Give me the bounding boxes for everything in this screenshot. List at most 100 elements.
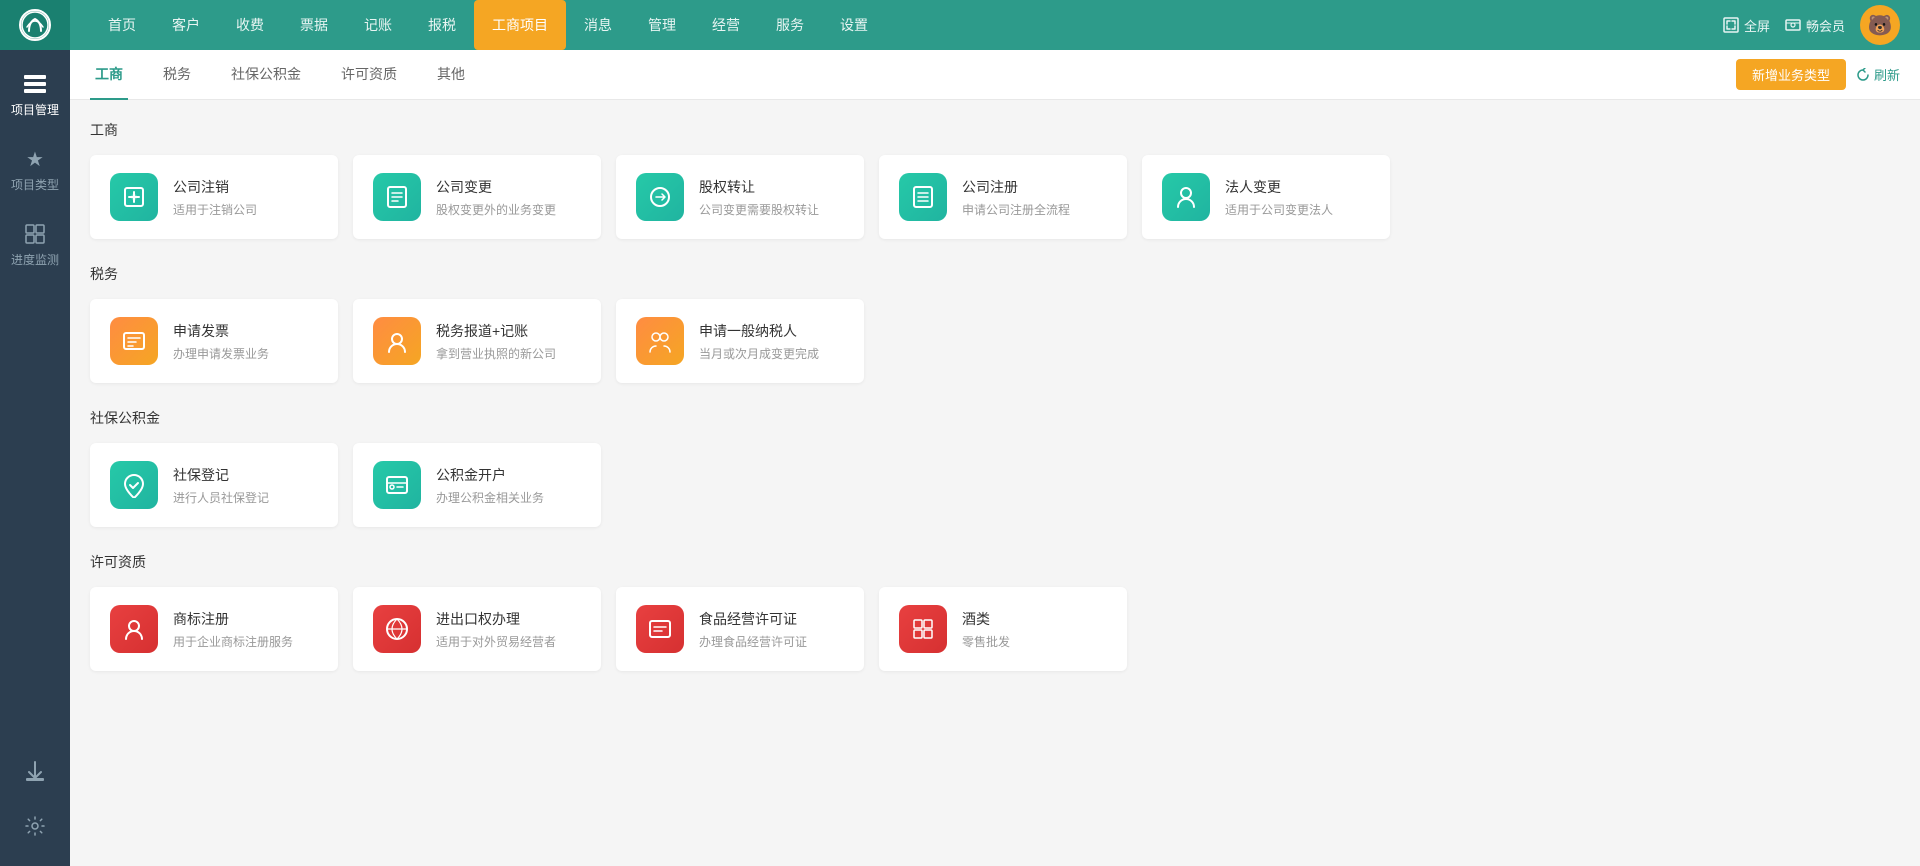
tab-tax[interactable]: 税务: [158, 50, 196, 100]
card-import-export[interactable]: 进出口权办理 适用于对外贸易经营者: [353, 587, 601, 671]
mascot-icon: 🐻: [1860, 5, 1900, 45]
tab-business[interactable]: 工商: [90, 50, 128, 100]
nav-customer[interactable]: 客户: [154, 0, 218, 50]
card-title: 法人变更: [1225, 177, 1333, 197]
member-label: 畅会员: [1806, 16, 1845, 35]
sidebar-settings-icon[interactable]: [0, 806, 70, 846]
equity-transfer-icon: [636, 173, 684, 221]
nav-items: 首页 客户 收费 票据 记账 报税 工商项目 消息 管理 经营 服务 设置: [70, 0, 1723, 50]
card-desc: 适用于公司变更法人: [1225, 201, 1333, 218]
card-alcohol-text: 酒类 零售批发: [962, 609, 1010, 650]
sidebar-download-icon[interactable]: [0, 751, 70, 791]
nav-fee[interactable]: 收费: [218, 0, 282, 50]
card-company-change[interactable]: 公司变更 股权变更外的业务变更: [353, 155, 601, 239]
trademark-icon: [110, 605, 158, 653]
card-trademark-text: 商标注册 用于企业商标注册服务: [173, 609, 293, 650]
fullscreen-button[interactable]: 全屏: [1723, 16, 1770, 35]
card-general-taxpayer[interactable]: 申请一般纳税人 当月或次月成变更完成: [616, 299, 864, 383]
nav-accounting[interactable]: 记账: [346, 0, 410, 50]
nav-invoice[interactable]: 票据: [282, 0, 346, 50]
nav-service[interactable]: 服务: [758, 0, 822, 50]
card-title: 社保登记: [173, 465, 269, 485]
scroll-content[interactable]: 工商 公司注销 适用于注销公司: [70, 100, 1920, 866]
card-legal-change[interactable]: 法人变更 适用于公司变更法人: [1142, 155, 1390, 239]
sidebar-bottom: [0, 751, 70, 866]
legal-change-icon: [1162, 173, 1210, 221]
card-company-cancel[interactable]: 公司注销 适用于注销公司: [90, 155, 338, 239]
card-desc: 进行人员社保登记: [173, 489, 269, 506]
cards-grid-license: 商标注册 用于企业商标注册服务 进出口权办理: [90, 587, 1900, 671]
sidebar-item-project-type[interactable]: ★ 项目类型: [0, 135, 70, 205]
card-company-change-text: 公司变更 股权变更外的业务变更: [436, 177, 556, 218]
sidebar-item-label: 进度监测: [11, 251, 59, 268]
nav-operation[interactable]: 经营: [694, 0, 758, 50]
member-button[interactable]: 畅会员: [1785, 16, 1845, 35]
nav-right: 全屏 畅会员 🐻: [1723, 5, 1920, 45]
add-business-type-button[interactable]: 新增业务类型: [1736, 59, 1846, 90]
card-desc: 办理申请发票业务: [173, 345, 269, 362]
cards-grid-tax: 申请发票 办理申请发票业务 税务报道+记账: [90, 299, 1900, 383]
card-desc: 办理食品经营许可证: [699, 633, 807, 650]
sidebar-item-project-management[interactable]: 项目管理: [0, 60, 70, 130]
card-apply-invoice[interactable]: 申请发票 办理申请发票业务: [90, 299, 338, 383]
card-alcohol[interactable]: 酒类 零售批发: [879, 587, 1127, 671]
company-cancel-icon: [110, 173, 158, 221]
tax-accounting-icon: [373, 317, 421, 365]
card-title: 酒类: [962, 609, 1010, 629]
card-equity-transfer-text: 股权转让 公司变更需要股权转让: [699, 177, 819, 218]
import-export-icon: [373, 605, 421, 653]
content-area: 工商 税务 社保公积金 许可资质 其他 新增业务类型 刷新: [70, 50, 1920, 866]
card-general-taxpayer-text: 申请一般纳税人 当月或次月成变更完成: [699, 321, 819, 362]
card-apply-invoice-text: 申请发票 办理申请发票业务: [173, 321, 269, 362]
card-title: 公积金开户: [436, 465, 544, 485]
card-title: 公司注销: [173, 177, 257, 197]
card-title: 申请一般纳税人: [699, 321, 819, 341]
sidebar-item-label: 项目类型: [11, 176, 59, 193]
card-company-register[interactable]: 公司注册 申请公司注册全流程: [879, 155, 1127, 239]
nav-tax[interactable]: 报税: [410, 0, 474, 50]
refresh-label: 刷新: [1874, 65, 1900, 84]
card-title: 商标注册: [173, 609, 293, 629]
tab-other[interactable]: 其他: [432, 50, 470, 100]
section-license: 许可资质 商标注册 用于企业商标注册服务: [90, 552, 1900, 671]
top-navigation: 首页 客户 收费 票据 记账 报税 工商项目 消息 管理 经营 服务 设置 全屏: [0, 0, 1920, 50]
nav-manage[interactable]: 管理: [630, 0, 694, 50]
nav-message[interactable]: 消息: [566, 0, 630, 50]
tab-social-security[interactable]: 社保公积金: [226, 50, 306, 100]
social-security-icon: [110, 461, 158, 509]
refresh-button[interactable]: 刷新: [1856, 65, 1900, 84]
star-icon: ★: [23, 147, 47, 171]
card-tax-accounting[interactable]: 税务报道+记账 拿到营业执照的新公司: [353, 299, 601, 383]
card-title: 申请发票: [173, 321, 269, 341]
section-tax: 税务 申请发票 办理申请发票业务: [90, 264, 1900, 383]
section-tax-title: 税务: [90, 264, 1900, 284]
section-business-title: 工商: [90, 120, 1900, 140]
card-company-cancel-text: 公司注销 适用于注销公司: [173, 177, 257, 218]
card-legal-change-text: 法人变更 适用于公司变更法人: [1225, 177, 1333, 218]
tab-bar: 工商 税务 社保公积金 许可资质 其他 新增业务类型 刷新: [70, 50, 1920, 100]
nav-business[interactable]: 工商项目: [474, 0, 566, 50]
card-desc: 公司变更需要股权转让: [699, 201, 819, 218]
card-social-security-register[interactable]: 社保登记 进行人员社保登记: [90, 443, 338, 527]
cards-grid-business: 公司注销 适用于注销公司 公司变更 股: [90, 155, 1900, 239]
card-food-license[interactable]: 食品经营许可证 办理食品经营许可证: [616, 587, 864, 671]
logo-icon: [19, 9, 51, 41]
section-social-security-title: 社保公积金: [90, 408, 1900, 428]
list-icon: [23, 72, 47, 96]
section-social-security: 社保公积金 社保登记 进行人员社保登记: [90, 408, 1900, 527]
nav-home[interactable]: 首页: [90, 0, 154, 50]
company-change-icon: [373, 173, 421, 221]
sidebar-item-progress[interactable]: 进度监测: [0, 210, 70, 280]
card-title: 税务报道+记账: [436, 321, 556, 341]
tab-license[interactable]: 许可资质: [336, 50, 402, 100]
alcohol-icon: [899, 605, 947, 653]
nav-settings[interactable]: 设置: [822, 0, 886, 50]
section-business: 工商 公司注销 适用于注销公司: [90, 120, 1900, 239]
card-equity-transfer[interactable]: 股权转让 公司变更需要股权转让: [616, 155, 864, 239]
card-provident-fund[interactable]: 公积金开户 办理公积金相关业务: [353, 443, 601, 527]
card-import-export-text: 进出口权办理 适用于对外贸易经营者: [436, 609, 556, 650]
card-desc: 办理公积金相关业务: [436, 489, 544, 506]
card-title: 股权转让: [699, 177, 819, 197]
card-trademark[interactable]: 商标注册 用于企业商标注册服务: [90, 587, 338, 671]
cards-grid-social: 社保登记 进行人员社保登记: [90, 443, 1900, 527]
